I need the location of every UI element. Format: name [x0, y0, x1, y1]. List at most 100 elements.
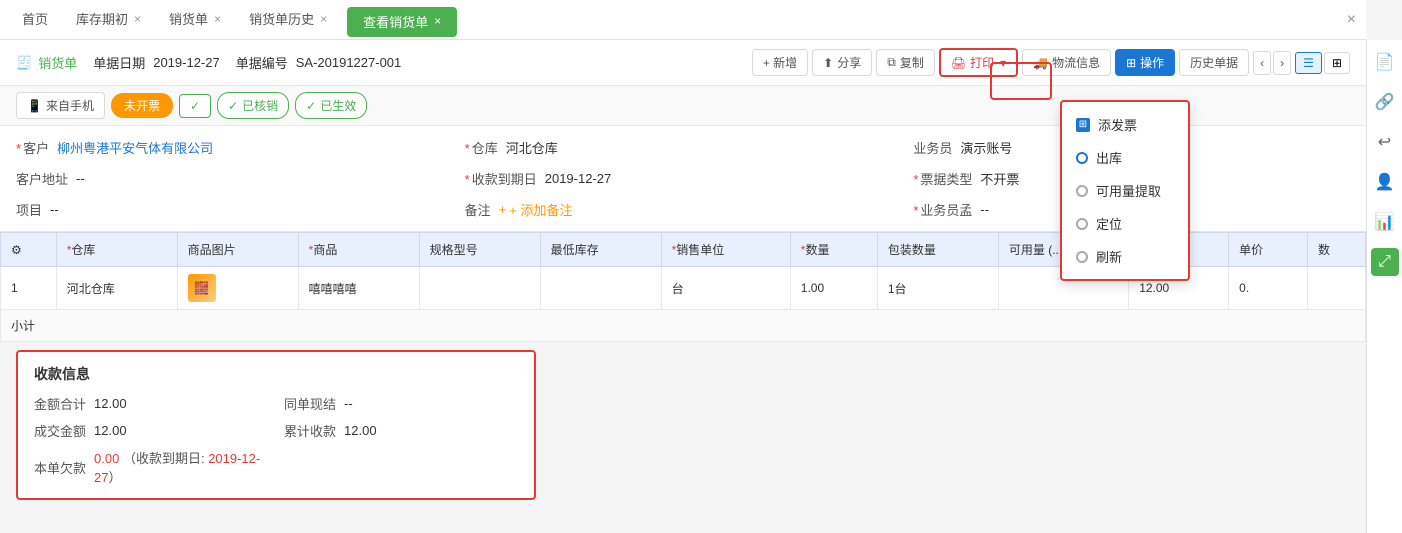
ticket-type-label: 票据类型 — [913, 169, 972, 188]
warehouse-label: 仓库 — [465, 138, 498, 157]
print-dropdown-arrow[interactable]: ▾ — [1000, 56, 1006, 70]
total-amount-label: 金额合计 — [34, 394, 86, 413]
history-button[interactable]: 历史单据 — [1179, 49, 1249, 76]
subtotal-row: 小计 — [1, 310, 1366, 342]
print-button[interactable]: 🖨 打印 ▾ — [939, 48, 1018, 77]
effect-icon: ✓ — [306, 99, 316, 113]
sidebar-refresh-icon[interactable]: ↩ — [1371, 128, 1399, 156]
available-qty-item[interactable]: 可用量提取 — [1062, 174, 1188, 207]
tab-inventory[interactable]: 库存期初 × — [62, 0, 155, 40]
tab-history-label: 销货单历史 — [249, 9, 314, 28]
document-type: 🧾 销货单 — [16, 53, 77, 72]
confirmed-btn[interactable]: ✓ — [179, 94, 211, 118]
current-debt-label: 本单欠款 — [34, 458, 86, 477]
print-icon: 🖨 — [951, 56, 966, 70]
sidebar-doc-icon[interactable]: 📄 — [1371, 48, 1399, 76]
locate-icon — [1076, 218, 1088, 230]
col-settings[interactable]: ⚙ — [1, 233, 57, 267]
share-icon: ⬆ — [823, 56, 833, 70]
sidebar-user-icon[interactable]: 👤 — [1371, 168, 1399, 196]
locate-item[interactable]: 定位 — [1062, 207, 1188, 240]
tab-view-sales-label: 查看销货单 — [363, 12, 428, 31]
col-image: 商品图片 — [177, 233, 298, 267]
sold-icon: ✓ — [228, 99, 238, 113]
customer-value[interactable]: 柳州粤港平安气体有限公司 — [57, 138, 213, 157]
row-min-stock — [540, 267, 661, 310]
available-qty-label: 可用量提取 — [1096, 181, 1161, 200]
add-invoice-item[interactable]: ⊞ 添发票 — [1062, 108, 1188, 141]
tab-inventory-label: 库存期初 — [76, 9, 128, 28]
sidebar-stats-icon[interactable]: 📊 — [1371, 208, 1399, 236]
tab-sales-label: 销货单 — [169, 9, 208, 28]
locate-label: 定位 — [1096, 214, 1122, 233]
total-amount-value: 12.00 — [94, 396, 127, 411]
row-unit: 台 — [661, 267, 790, 310]
logistics-button[interactable]: 🚚 物流信息 — [1022, 49, 1111, 76]
sidebar-expand-icon[interactable]: ⤢ — [1371, 248, 1399, 276]
payment-date-value: 2019-12-27 — [545, 171, 612, 186]
mobile-btn[interactable]: 📱 来自手机 — [16, 92, 105, 119]
close-inventory-tab[interactable]: × — [134, 12, 141, 26]
row-extra — [1308, 267, 1366, 310]
tab-home[interactable]: 首页 — [8, 0, 62, 40]
share-button[interactable]: ⬆ 分享 — [812, 49, 872, 76]
payment-section: 收款信息 金额合计 12.00 同单现结 -- 成交金额 12.00 累计收款 … — [16, 350, 536, 500]
window-close-button[interactable]: × — [1347, 11, 1356, 29]
outbound-label: 出库 — [1096, 148, 1122, 167]
operations-button[interactable]: ⊞ 操作 — [1115, 49, 1175, 76]
close-sales-tab[interactable]: × — [214, 12, 221, 26]
history-button-label: 历史单据 — [1190, 54, 1238, 71]
tab-sales[interactable]: 销货单 × — [155, 0, 235, 40]
new-button[interactable]: + 新增 — [752, 49, 808, 76]
cumulative-value: 12.00 — [344, 423, 377, 438]
copy-button[interactable]: ⧉ 复制 — [876, 49, 935, 76]
row-quantity: 1.00 — [790, 267, 877, 310]
operations-icon: ⊞ — [1126, 56, 1136, 70]
col-min-stock: 最低库存 — [540, 233, 661, 267]
add-invoice-label: 添发票 — [1098, 115, 1137, 134]
doc-date-value: 2019-12-27 — [153, 55, 220, 70]
debt-note: （收款到期日: — [123, 451, 208, 466]
operations-button-label: 操作 — [1140, 54, 1164, 71]
prev-doc-button[interactable]: ‹ — [1253, 51, 1271, 75]
tab-view-sales[interactable]: 查看销货单 × — [347, 7, 457, 37]
current-debt-value: 0.00 （收款到期日: 2019-12-27） — [94, 448, 268, 486]
customer-label: 客户 — [16, 138, 49, 157]
current-debt-row: 本单欠款 0.00 （收款到期日: 2019-12-27） — [34, 448, 268, 486]
row-package-qty: 1台 — [877, 267, 998, 310]
refresh-item[interactable]: 刷新 — [1062, 240, 1188, 273]
not-open-btn[interactable]: 未开票 — [111, 93, 173, 118]
effect-btn[interactable]: ✓ 已生效 — [295, 92, 367, 119]
mobile-label: 来自手机 — [46, 97, 94, 114]
payment-grid: 金额合计 12.00 同单现结 -- 成交金额 12.00 累计收款 12.00… — [34, 394, 518, 486]
same-settlement-value: -- — [344, 396, 353, 411]
grid-view-button[interactable]: ⊞ — [1324, 52, 1350, 74]
outbound-icon — [1076, 152, 1088, 164]
sold-btn[interactable]: ✓ 已核销 — [217, 92, 289, 119]
print-button-label: 打印 — [970, 54, 994, 71]
list-view-button[interactable]: ☰ — [1295, 52, 1322, 74]
sold-label: 已核销 — [242, 97, 278, 114]
add-note-button[interactable]: + + 添加备注 — [499, 200, 573, 219]
sidebar-link-icon[interactable]: 🔗 — [1371, 88, 1399, 116]
col-warehouse: 仓库 — [56, 233, 177, 267]
add-icon: + — [499, 202, 507, 217]
product-thumbnail: 🧱 — [188, 274, 216, 302]
row-index: 1 — [1, 267, 57, 310]
payment-date-field: 收款到期日 2019-12-27 — [465, 169, 902, 188]
outbound-item[interactable]: 出库 — [1062, 141, 1188, 174]
row-spec — [419, 267, 540, 310]
cumulative-label: 累计收款 — [284, 421, 336, 440]
close-history-tab[interactable]: × — [320, 12, 327, 26]
col-product: 商品 — [298, 233, 419, 267]
doc-icon: 🧾 — [16, 55, 32, 71]
next-doc-button[interactable]: › — [1273, 51, 1291, 75]
logistics-icon: 🚚 — [1033, 56, 1048, 70]
refresh-icon — [1076, 251, 1088, 263]
doc-type-label: 销货单 — [38, 53, 77, 72]
payment-date-label: 收款到期日 — [465, 169, 537, 188]
subtotal-label: 小计 — [1, 310, 1366, 342]
tab-history[interactable]: 销货单历史 × — [235, 0, 341, 40]
row-image: 🧱 — [177, 267, 298, 310]
close-view-tab[interactable]: × — [434, 14, 441, 28]
